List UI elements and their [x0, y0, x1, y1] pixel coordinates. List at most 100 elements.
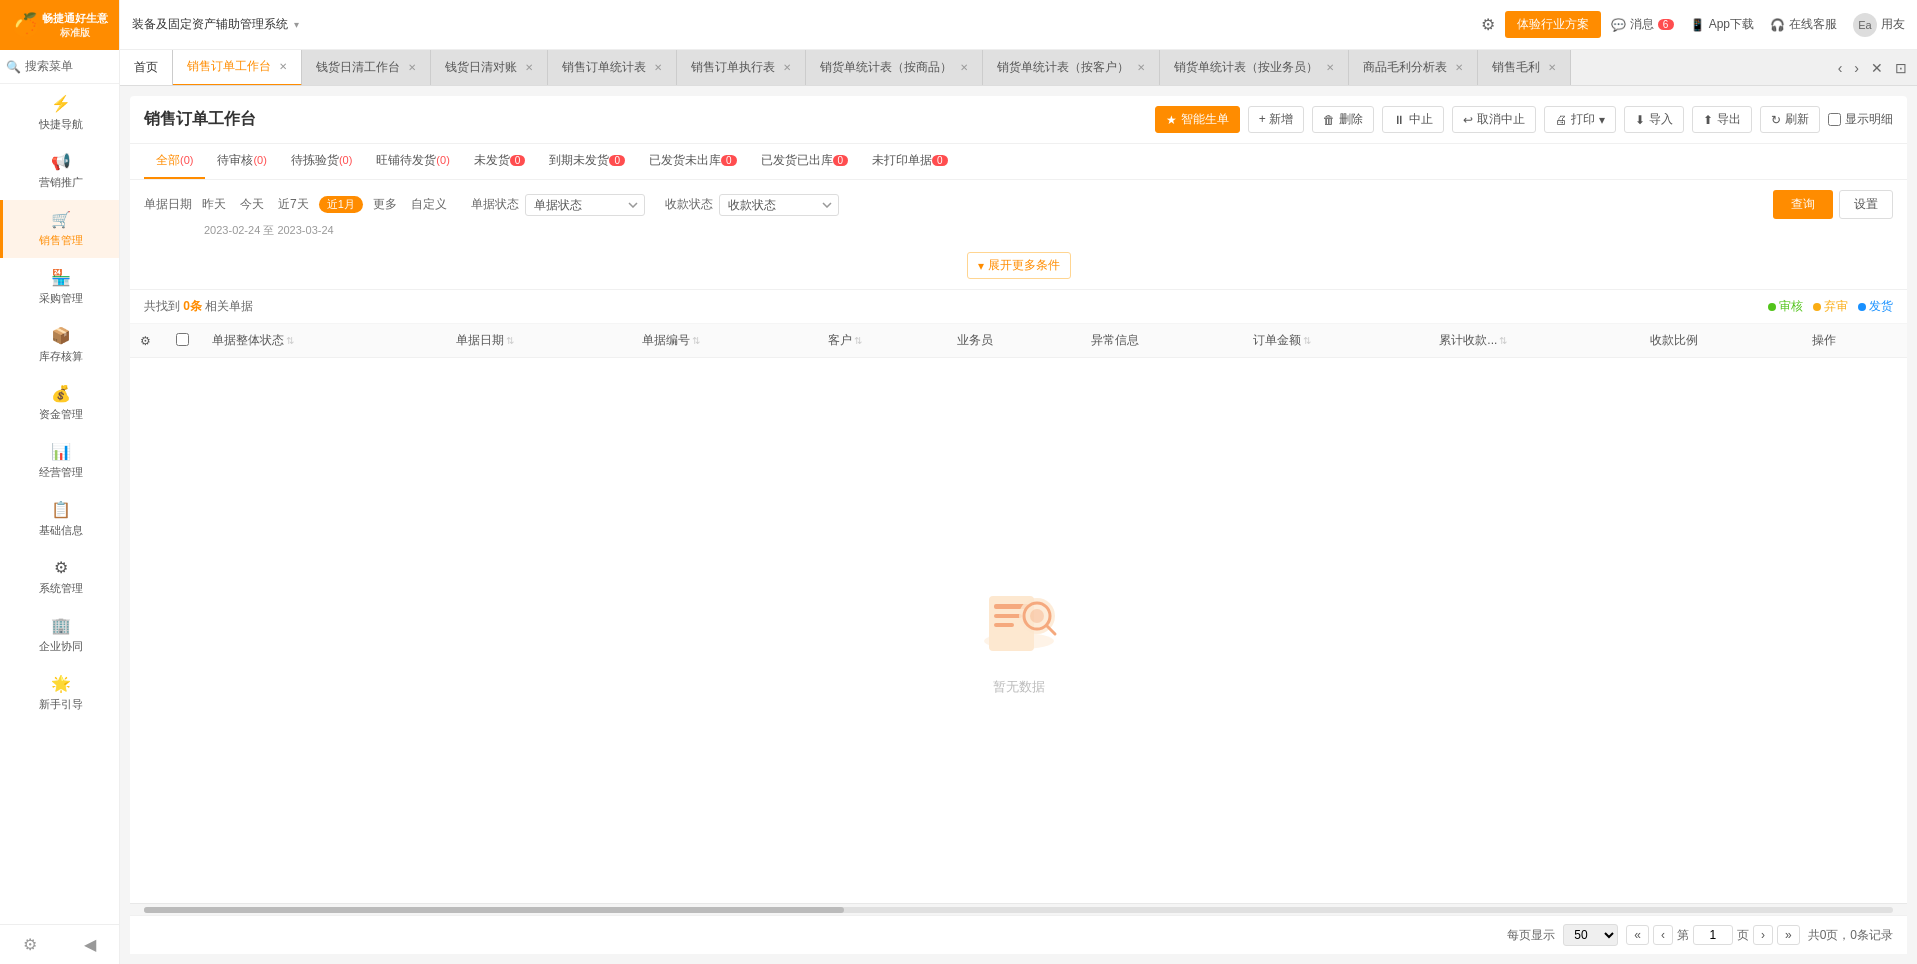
online-service-item[interactable]: 🎧 在线客服	[1770, 16, 1837, 33]
tab-sales-exec[interactable]: 销售订单执行表 ✕	[677, 50, 806, 86]
tab-sales-stat[interactable]: 销售订单统计表 ✕	[548, 50, 677, 86]
col-number: 单据编号⇅	[632, 324, 818, 358]
quick-reject[interactable]: 弃审	[1813, 298, 1848, 315]
sub-tab-pending-goods[interactable]: 待拣验货(0)	[279, 144, 364, 179]
sidebar-item-system[interactable]: ⚙ 系统管理	[0, 548, 119, 606]
select-all-checkbox[interactable]	[176, 333, 189, 346]
tab-home[interactable]: 首页	[120, 50, 173, 86]
sales-icon: 🛒	[51, 210, 71, 229]
tab-close-sales-product[interactable]: ✕	[960, 62, 968, 73]
quick-ship[interactable]: 发货	[1858, 298, 1893, 315]
sub-tab-all[interactable]: 全部(0)	[144, 144, 205, 179]
import-label: 导入	[1649, 111, 1673, 128]
sub-tab-no-print[interactable]: 未打印单据0	[860, 144, 960, 179]
tab-close-cash-daily[interactable]: ✕	[408, 62, 416, 73]
add-button[interactable]: + 新增	[1248, 106, 1304, 133]
payment-select[interactable]: 收款状态	[719, 194, 839, 216]
sub-tab-no-ship[interactable]: 未发货0	[462, 144, 538, 179]
tab-close-sales-staff[interactable]: ✕	[1326, 62, 1334, 73]
sidebar-item-quick-nav[interactable]: ⚡ 快捷导航	[0, 84, 119, 142]
page-number-input[interactable]	[1693, 925, 1733, 945]
settings-col-icon[interactable]: ⚙	[140, 334, 151, 348]
tab-sales-order[interactable]: 销售订单工作台 ✕	[173, 50, 302, 86]
tab-sales-product[interactable]: 销货单统计表（按商品） ✕	[806, 50, 983, 86]
sidebar-item-label: 经营管理	[39, 465, 83, 480]
tab-close-sales-order[interactable]: ✕	[279, 61, 287, 72]
scrollbar-track[interactable]	[144, 907, 1893, 913]
app-download-item[interactable]: 📱 App下载	[1690, 16, 1754, 33]
svg-rect-3	[994, 614, 1022, 618]
tab-close-cash-reconcile[interactable]: ✕	[525, 62, 533, 73]
table-scroll-container: ⚙ 单据整体状态⇅ 单据日期⇅	[130, 324, 1907, 903]
solution-button[interactable]: 体验行业方案	[1505, 11, 1601, 38]
collapse-icon[interactable]: ◀	[84, 935, 96, 954]
tab-close-margin[interactable]: ✕	[1455, 62, 1463, 73]
tab-close-all[interactable]: ✕	[1867, 58, 1887, 78]
sidebar-item-basic[interactable]: 📋 基础信息	[0, 490, 119, 548]
sub-tab-shipped-not-out[interactable]: 已发货未出库0	[637, 144, 749, 179]
reject-label: 弃审	[1824, 298, 1848, 315]
date-custom[interactable]: 自定义	[407, 194, 451, 215]
user-item[interactable]: Ea 用友	[1853, 13, 1905, 37]
refresh-button[interactable]: ↻ 刷新	[1760, 106, 1820, 133]
date-more[interactable]: 更多	[369, 194, 401, 215]
date-yesterday[interactable]: 昨天	[198, 194, 230, 215]
tab-sales-customer[interactable]: 销货单统计表（按客户） ✕	[983, 50, 1160, 86]
message-item[interactable]: 💬 消息 6	[1611, 16, 1674, 33]
show-detail-checkbox[interactable]	[1828, 113, 1841, 126]
tab-close-sales-collect[interactable]: ✕	[1548, 62, 1556, 73]
export-button[interactable]: ⬆ 导出	[1692, 106, 1752, 133]
result-num: 0条	[183, 299, 202, 313]
query-button[interactable]: 查询	[1773, 190, 1833, 219]
scrollbar-thumb[interactable]	[144, 907, 844, 913]
settings-button[interactable]: 设置	[1839, 190, 1893, 219]
sidebar-item-operations[interactable]: 📊 经营管理	[0, 432, 119, 490]
sub-tab-wangpu[interactable]: 旺铺待发货(0)	[364, 144, 461, 179]
per-page-select[interactable]: 50 10 20 100	[1563, 924, 1618, 946]
tab-nav-prev[interactable]: ‹	[1834, 58, 1847, 78]
tab-nav-next[interactable]: ›	[1850, 58, 1863, 78]
tab-expand[interactable]: ⊡	[1891, 58, 1911, 78]
sidebar-search-item[interactable]: 🔍 搜索菜单	[0, 50, 119, 84]
print-button[interactable]: 🖨 打印 ▾	[1544, 106, 1616, 133]
sidebar-item-sales[interactable]: 🛒 销售管理	[0, 200, 119, 258]
horizontal-scrollbar[interactable]	[130, 903, 1907, 915]
page-prev-button[interactable]: ‹	[1653, 925, 1673, 945]
status-select[interactable]: 单据状态	[525, 194, 645, 216]
col-date: 单据日期⇅	[446, 324, 632, 358]
pause-button[interactable]: ⏸ 中止	[1382, 106, 1444, 133]
delete-button[interactable]: 🗑 删除	[1312, 106, 1374, 133]
tab-close-sales-customer[interactable]: ✕	[1137, 62, 1145, 73]
date-today[interactable]: 今天	[236, 194, 268, 215]
tab-close-sales-exec[interactable]: ✕	[783, 62, 791, 73]
sub-tab-pending[interactable]: 待审核(0)	[205, 144, 278, 179]
page-last-button[interactable]: »	[1777, 925, 1800, 945]
date-7days[interactable]: 近7天	[274, 194, 313, 215]
sub-tab-expired[interactable]: 到期未发货0	[537, 144, 637, 179]
page-next-button[interactable]: ›	[1753, 925, 1773, 945]
sidebar-item-purchase[interactable]: 🏪 采购管理	[0, 258, 119, 316]
sidebar-item-enterprise[interactable]: 🏢 企业协同	[0, 606, 119, 664]
date-1month[interactable]: 近1月	[319, 196, 363, 213]
sidebar-item-finance[interactable]: 💰 资金管理	[0, 374, 119, 432]
expand-filter-button[interactable]: ▾ 展开更多条件	[967, 252, 1071, 279]
sub-tab-shipped-out[interactable]: 已发货已出库0	[749, 144, 861, 179]
tab-cash-reconcile[interactable]: 钱货日清对账 ✕	[431, 50, 548, 86]
tab-cash-daily[interactable]: 钱货日清工作台 ✕	[302, 50, 431, 86]
smart-create-button[interactable]: ★ 智能生单	[1155, 106, 1240, 133]
cancel-pause-button[interactable]: ↩ 取消中止	[1452, 106, 1536, 133]
tab-sales-staff[interactable]: 销货单统计表（按业务员） ✕	[1160, 50, 1349, 86]
tab-sales-collect[interactable]: 销售毛利 ✕	[1478, 50, 1571, 86]
tab-margin[interactable]: 商品毛利分析表 ✕	[1349, 50, 1478, 86]
sidebar-item-marketing[interactable]: 📢 营销推广	[0, 142, 119, 200]
quick-approve[interactable]: 审核	[1768, 298, 1803, 315]
sidebar-item-inventory[interactable]: 📦 库存核算	[0, 316, 119, 374]
tab-sales-stat-label: 销售订单统计表	[562, 59, 646, 76]
settings-bottom-icon[interactable]: ⚙	[23, 935, 37, 954]
import-button[interactable]: ⬇ 导入	[1624, 106, 1684, 133]
page-first-button[interactable]: «	[1626, 925, 1649, 945]
topbar-settings-icon[interactable]: ⚙	[1481, 15, 1495, 34]
show-detail-toggle[interactable]: 显示明细	[1828, 111, 1893, 128]
sidebar-item-guide[interactable]: 🌟 新手引导	[0, 664, 119, 722]
tab-close-sales-stat[interactable]: ✕	[654, 62, 662, 73]
